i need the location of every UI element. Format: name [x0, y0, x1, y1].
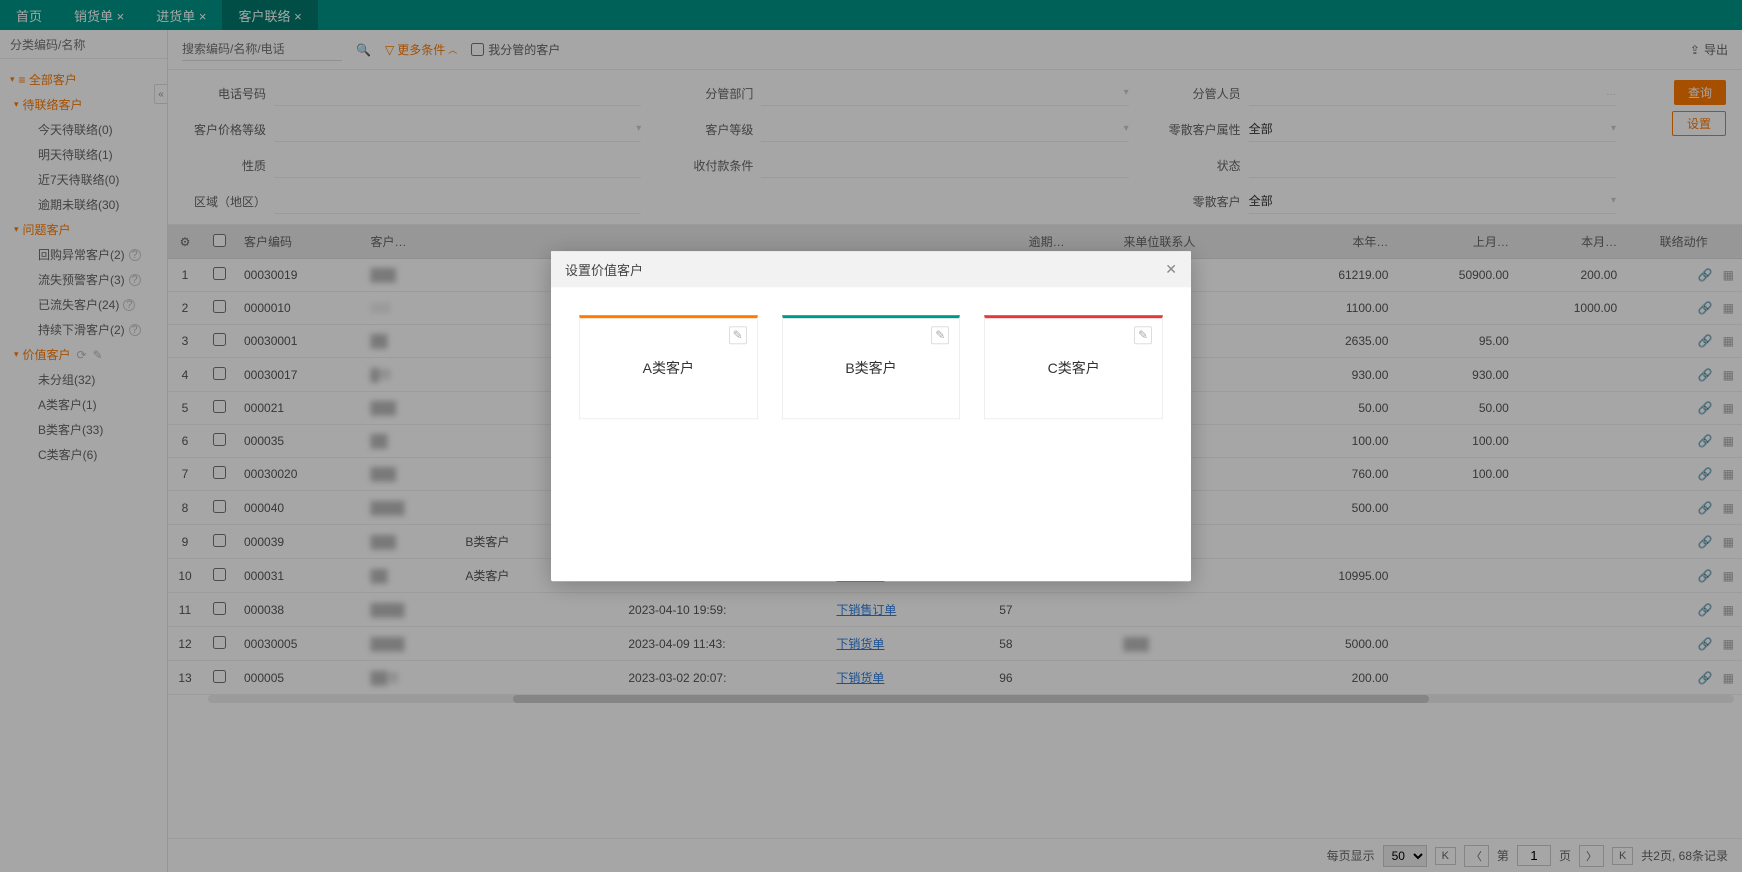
card-c-label: C类客户	[1048, 358, 1100, 378]
edit-icon[interactable]: ✎	[1134, 326, 1152, 344]
edit-icon[interactable]: ✎	[931, 326, 949, 344]
value-customer-modal: 设置价值客户 ✕ ✎ A类客户 ✎ B类客户 ✎ C类客户	[551, 251, 1191, 581]
edit-icon[interactable]: ✎	[729, 326, 747, 344]
modal-title: 设置价值客户	[565, 260, 643, 279]
card-a-label: A类客户	[643, 358, 694, 378]
card-b-customer[interactable]: ✎ B类客户	[782, 315, 961, 419]
card-c-customer[interactable]: ✎ C类客户	[984, 315, 1163, 419]
card-b-label: B类客户	[845, 358, 896, 378]
close-icon[interactable]: ✕	[1165, 261, 1177, 278]
card-a-customer[interactable]: ✎ A类客户	[579, 315, 758, 419]
